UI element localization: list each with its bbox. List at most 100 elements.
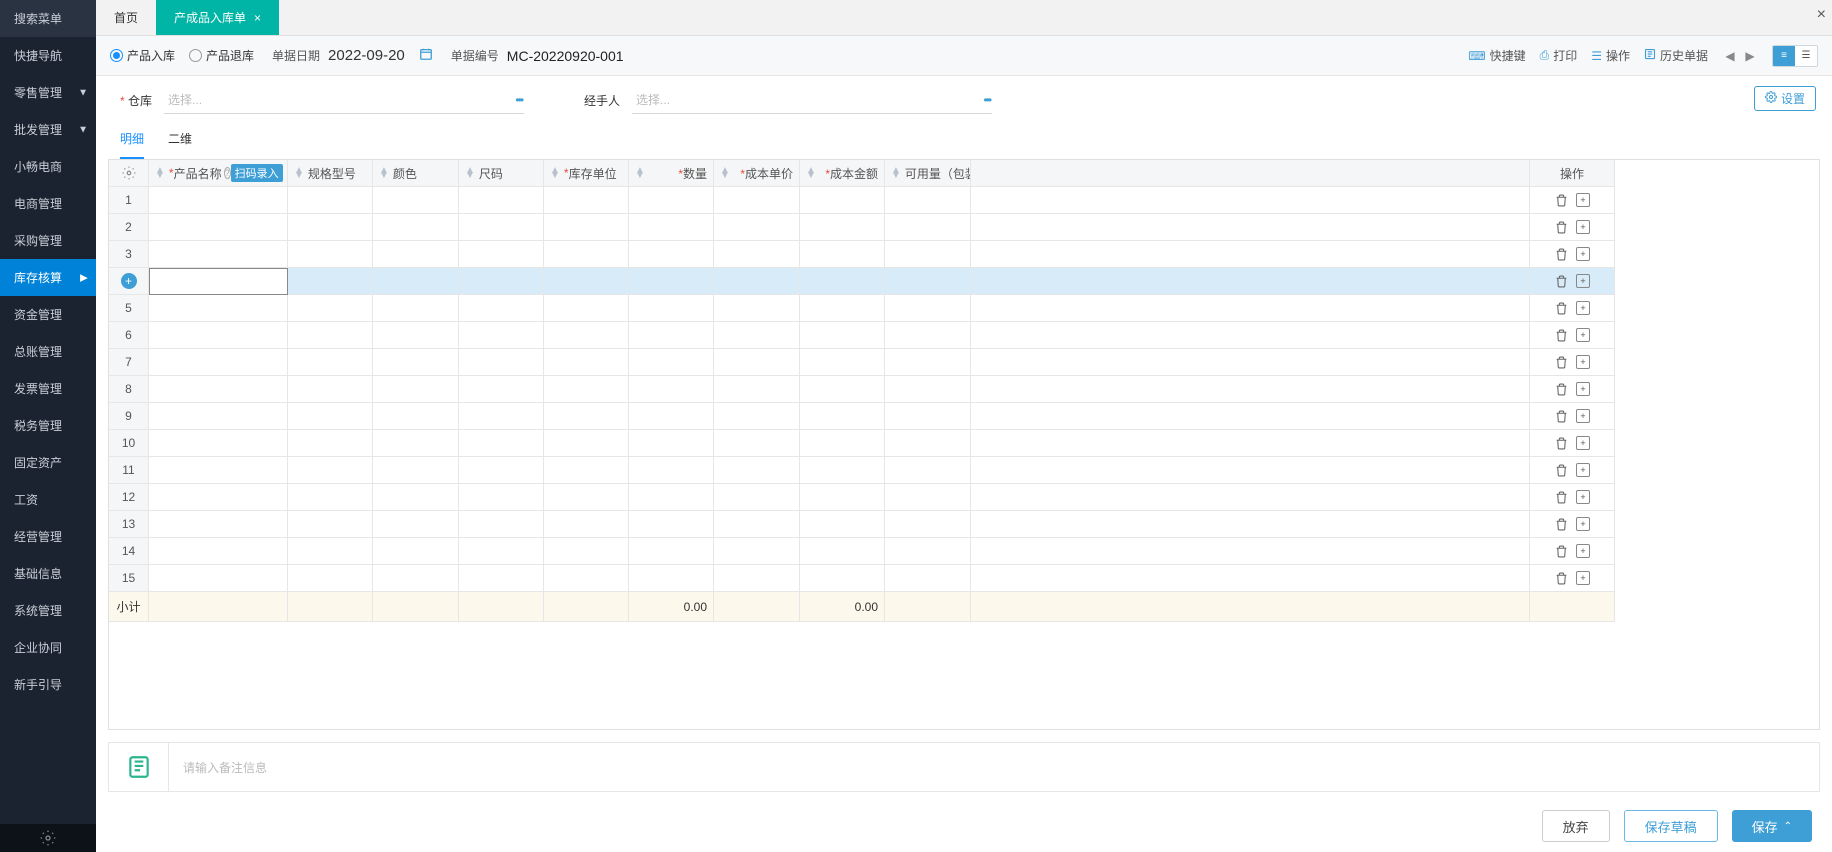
sidebar-item-13[interactable]: 工资 bbox=[0, 481, 96, 518]
sidebar-item-7[interactable]: 库存核算◀ bbox=[0, 259, 96, 296]
cell[interactable] bbox=[459, 430, 544, 457]
cell[interactable] bbox=[800, 295, 885, 322]
cell[interactable] bbox=[544, 430, 629, 457]
cell-product-name[interactable] bbox=[149, 268, 288, 295]
cell[interactable] bbox=[800, 241, 885, 268]
delete-row-icon[interactable] bbox=[1554, 490, 1568, 504]
sidebar-item-15[interactable]: 基础信息 bbox=[0, 555, 96, 592]
cell[interactable] bbox=[885, 349, 971, 376]
cell[interactable] bbox=[544, 241, 629, 268]
action-button[interactable]: ☰ 操作 bbox=[1591, 47, 1630, 64]
copy-row-icon[interactable]: + bbox=[1576, 517, 1590, 531]
sidebar-item-6[interactable]: 采购管理 bbox=[0, 222, 96, 259]
delete-row-icon[interactable] bbox=[1554, 328, 1568, 342]
copy-row-icon[interactable]: + bbox=[1576, 382, 1590, 396]
cell[interactable] bbox=[544, 349, 629, 376]
cell[interactable] bbox=[800, 565, 885, 592]
cell-product-name[interactable] bbox=[149, 403, 288, 430]
cell[interactable] bbox=[544, 538, 629, 565]
sidebar-item-10[interactable]: 发票管理 bbox=[0, 370, 96, 407]
subtab-2d[interactable]: 二维 bbox=[168, 130, 192, 159]
save-button[interactable]: 保存 ⌃ bbox=[1732, 810, 1812, 842]
col-product-name[interactable]: ▲▼*产品名称 ?扫码录入 bbox=[149, 160, 288, 187]
cell[interactable] bbox=[800, 430, 885, 457]
cell[interactable] bbox=[544, 484, 629, 511]
cell[interactable] bbox=[714, 538, 800, 565]
history-button[interactable]: 历史单据 bbox=[1644, 47, 1708, 64]
cell[interactable] bbox=[544, 322, 629, 349]
cell[interactable] bbox=[885, 484, 971, 511]
add-row-icon[interactable]: + bbox=[121, 273, 137, 289]
calendar-icon[interactable] bbox=[419, 47, 433, 64]
cell[interactable] bbox=[288, 214, 373, 241]
col-available[interactable]: ▲▼可用量（包装） bbox=[885, 160, 971, 187]
cell[interactable] bbox=[885, 430, 971, 457]
cell-product-name[interactable] bbox=[149, 457, 288, 484]
delete-row-icon[interactable] bbox=[1554, 409, 1568, 423]
cell[interactable] bbox=[714, 349, 800, 376]
cell-product-name[interactable] bbox=[149, 241, 288, 268]
cell-product-name[interactable] bbox=[149, 322, 288, 349]
cell[interactable] bbox=[288, 376, 373, 403]
sidebar-item-2[interactable]: 零售管理▼ bbox=[0, 74, 96, 111]
ellipsis-icon[interactable]: ••• bbox=[515, 93, 522, 107]
cell[interactable] bbox=[714, 511, 800, 538]
cell[interactable] bbox=[373, 430, 459, 457]
cell[interactable] bbox=[544, 268, 629, 295]
delete-row-icon[interactable] bbox=[1554, 382, 1568, 396]
cell[interactable] bbox=[885, 565, 971, 592]
copy-row-icon[interactable]: + bbox=[1576, 328, 1590, 342]
cell[interactable] bbox=[459, 241, 544, 268]
cell[interactable] bbox=[459, 295, 544, 322]
cell[interactable] bbox=[629, 376, 714, 403]
cell[interactable] bbox=[885, 241, 971, 268]
cell[interactable] bbox=[714, 457, 800, 484]
cell[interactable] bbox=[288, 268, 373, 295]
cell[interactable] bbox=[373, 403, 459, 430]
cell[interactable] bbox=[373, 187, 459, 214]
cell[interactable] bbox=[714, 565, 800, 592]
cell[interactable] bbox=[288, 457, 373, 484]
sidebar-item-5[interactable]: 电商管理 bbox=[0, 185, 96, 222]
copy-row-icon[interactable]: + bbox=[1576, 355, 1590, 369]
shortcut-button[interactable]: ⌨ 快捷键 bbox=[1468, 47, 1525, 64]
sidebar-item-4[interactable]: 小畅电商 bbox=[0, 148, 96, 185]
cell-product-name[interactable] bbox=[149, 295, 288, 322]
cell[interactable] bbox=[629, 565, 714, 592]
cell[interactable] bbox=[885, 295, 971, 322]
col-config[interactable] bbox=[109, 160, 149, 187]
cell[interactable] bbox=[800, 349, 885, 376]
copy-row-icon[interactable]: + bbox=[1576, 220, 1590, 234]
delete-row-icon[interactable] bbox=[1554, 517, 1568, 531]
cell[interactable] bbox=[714, 403, 800, 430]
cell[interactable] bbox=[544, 187, 629, 214]
cell[interactable] bbox=[800, 403, 885, 430]
cell[interactable] bbox=[629, 484, 714, 511]
scan-badge[interactable]: 扫码录入 bbox=[231, 164, 283, 182]
sidebar-item-18[interactable]: 新手引导 bbox=[0, 666, 96, 703]
nav-next-icon[interactable]: ▶ bbox=[1742, 49, 1758, 63]
cell[interactable] bbox=[288, 349, 373, 376]
cell[interactable] bbox=[714, 241, 800, 268]
view-expanded-button[interactable]: ☰ bbox=[1795, 46, 1817, 66]
print-button[interactable]: ⎙ 打印 bbox=[1540, 47, 1578, 64]
cell[interactable] bbox=[288, 241, 373, 268]
cell[interactable] bbox=[373, 322, 459, 349]
delete-row-icon[interactable] bbox=[1554, 355, 1568, 369]
cell[interactable] bbox=[373, 241, 459, 268]
cell[interactable] bbox=[800, 376, 885, 403]
cell[interactable] bbox=[885, 214, 971, 241]
copy-row-icon[interactable]: + bbox=[1576, 436, 1590, 450]
sidebar-settings-button[interactable] bbox=[0, 824, 96, 852]
cell[interactable] bbox=[800, 214, 885, 241]
cell[interactable] bbox=[629, 457, 714, 484]
col-quantity[interactable]: ▲▼*数量 bbox=[629, 160, 714, 187]
cell-product-name[interactable] bbox=[149, 214, 288, 241]
col-cost-price[interactable]: ▲▼*成本单价 bbox=[714, 160, 800, 187]
radio-product-in[interactable]: 产品入库 bbox=[110, 47, 175, 64]
cell[interactable] bbox=[544, 565, 629, 592]
cell[interactable] bbox=[714, 214, 800, 241]
cell[interactable] bbox=[288, 403, 373, 430]
cell[interactable] bbox=[800, 538, 885, 565]
remark-input[interactable]: 请输入备注信息 bbox=[169, 743, 1819, 791]
